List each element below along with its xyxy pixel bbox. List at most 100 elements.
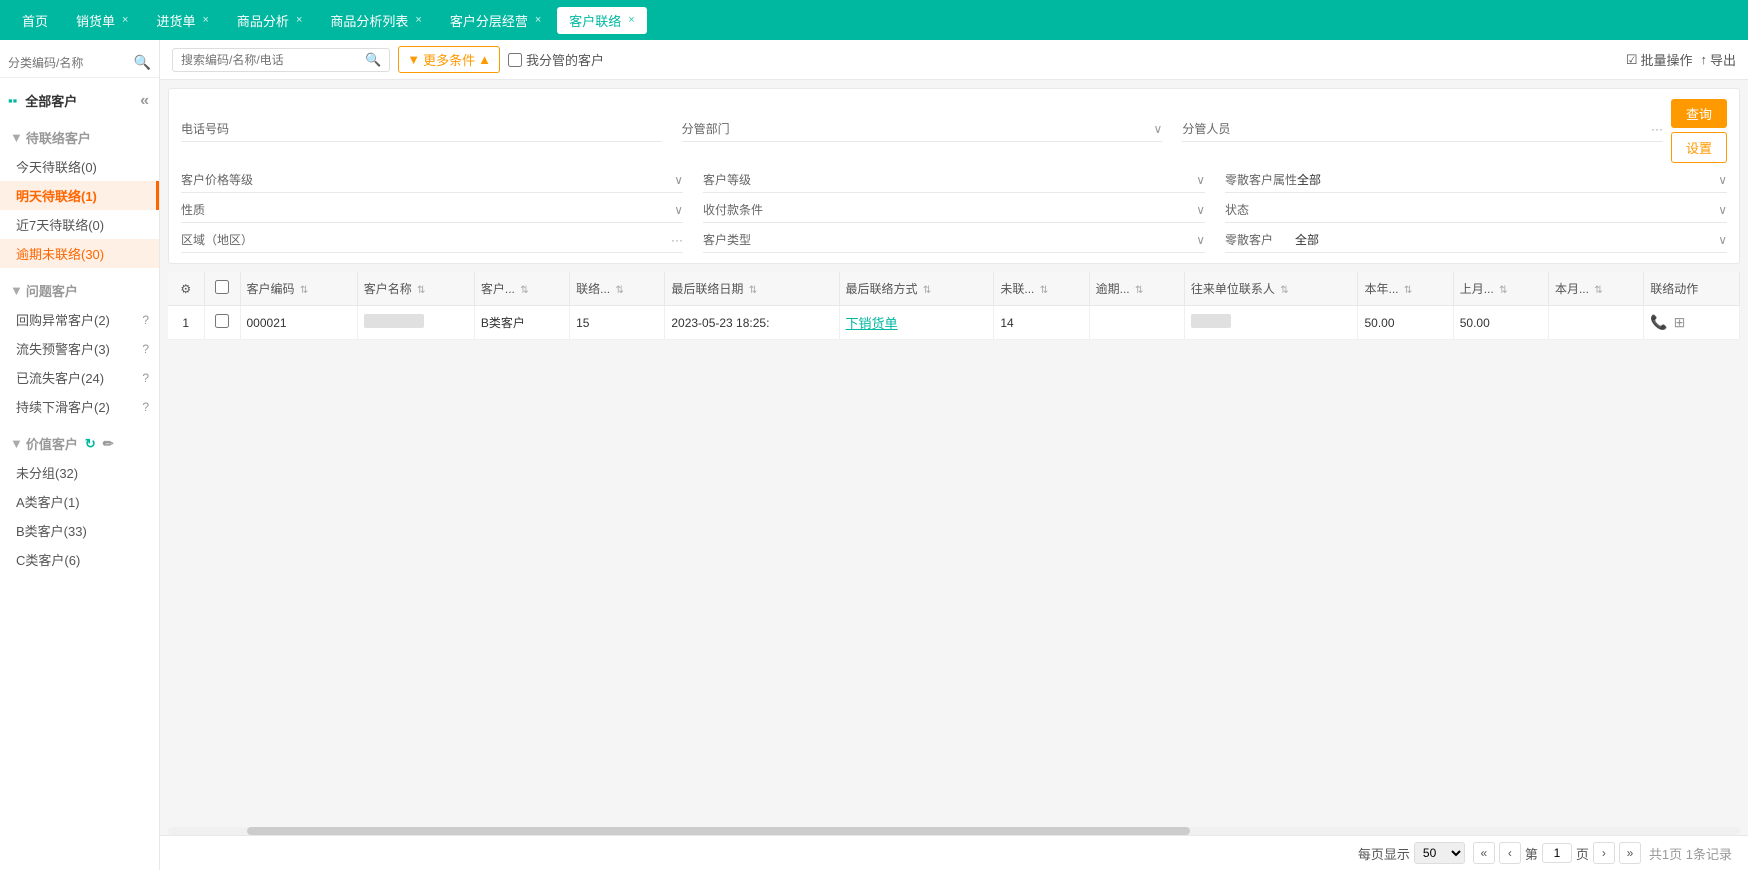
th-contact-person[interactable]: 往来单位联系人 ⇅	[1184, 272, 1358, 306]
search-icon[interactable]: 🔍	[365, 52, 381, 68]
nav-close-customer-tiered[interactable]: ×	[535, 14, 541, 26]
sidebar-pending-header[interactable]: ▼ 待联络客户	[0, 123, 159, 152]
filter-retail-select[interactable]: 全部 ∨	[1295, 231, 1727, 248]
sidebar-item-today[interactable]: 今天待联络(0)	[0, 152, 159, 181]
th-uncontact[interactable]: 未联... ⇅	[994, 272, 1089, 306]
nav-close-product-analysis[interactable]: ×	[296, 14, 302, 26]
filter-customer-type: 客户类型 ∨	[703, 231, 1205, 253]
sidebar-value-header[interactable]: ▼ 价值客户 ↻ ✏	[0, 429, 159, 458]
sidebar-item-class-c[interactable]: C类客户(6)	[0, 545, 159, 574]
filter-nature-select[interactable]: ∨	[251, 203, 683, 217]
sidebar-search-input[interactable]	[8, 56, 134, 70]
filter-phone-input[interactable]	[251, 122, 662, 136]
sidebar-item-class-a[interactable]: A类客户(1)	[0, 487, 159, 516]
sidebar-all-customers-header[interactable]: ▪▪ 全部客户 «	[0, 86, 159, 115]
sidebar-item-tomorrow[interactable]: 明天待联络(1)	[0, 181, 159, 210]
nav-close-customer-contact[interactable]: ×	[628, 14, 634, 26]
th-last-contact-method[interactable]: 最后联络方式 ⇅	[839, 272, 994, 306]
sidebar-item-churn-warn[interactable]: 流失预警客户(3) ?	[0, 334, 159, 363]
page-label: 第	[1525, 844, 1538, 863]
next-page-button[interactable]: ›	[1593, 842, 1615, 864]
sidebar-item-declining[interactable]: 持续下滑客户(2) ?	[0, 392, 159, 421]
nav-customer-contact[interactable]: 客户联络 ×	[557, 7, 646, 34]
th-code[interactable]: 客户编码 ⇅	[240, 272, 357, 306]
row-checkbox[interactable]	[215, 314, 229, 328]
cell-last-contact-date: 2023-05-23 18:25:	[665, 306, 839, 340]
th-this-month[interactable]: 本月... ⇅	[1548, 272, 1643, 306]
filter-person-select[interactable]: ···	[1252, 122, 1663, 136]
ellipsis-icon-2[interactable]: ···	[671, 233, 683, 247]
toolbar: 🔍 ▼ 更多条件 ▲ 我分管的客户 ☑ 批量操作 ↑ 导出	[160, 40, 1748, 80]
prev-page-button[interactable]: ‹	[1499, 842, 1521, 864]
filter-price-level-select[interactable]: ∨	[253, 173, 683, 187]
select-all-checkbox[interactable]	[215, 280, 229, 294]
nav-product-analysis[interactable]: 商品分析 ×	[225, 7, 314, 34]
edit-icon[interactable]: ✏	[103, 436, 114, 452]
sidebar-item-overdue[interactable]: 逾期未联络(30)	[0, 239, 159, 268]
filter-customer-level-label: 客户等级	[703, 171, 773, 188]
th-last-month[interactable]: 上月... ⇅	[1453, 272, 1548, 306]
sidebar-problem-header[interactable]: ▼ 问题客户	[0, 276, 159, 305]
nav-close-product-analysis-list[interactable]: ×	[415, 14, 421, 26]
page-size-select[interactable]: 50 100 200	[1414, 842, 1465, 864]
filter-payment-select[interactable]: ∨	[773, 203, 1205, 217]
first-page-button[interactable]: «	[1473, 842, 1495, 864]
search-input[interactable]	[181, 53, 361, 67]
last-page-button[interactable]: »	[1619, 842, 1641, 864]
phone-action-icon[interactable]: 📞	[1650, 314, 1667, 331]
sidebar-collapse-btn[interactable]: «	[140, 92, 149, 110]
nav-purchase-order[interactable]: 进货单 ×	[144, 7, 220, 34]
refresh-icon[interactable]: ↻	[85, 436, 96, 452]
filter-retail-attr-select[interactable]: 全部 ∨	[1297, 171, 1727, 188]
sidebar-item-ungrouped[interactable]: 未分组(32)	[0, 458, 159, 487]
export-button[interactable]: ↑ 导出	[1700, 50, 1736, 69]
th-contact-count[interactable]: 联络... ⇅	[570, 272, 665, 306]
set-button[interactable]: 设置	[1671, 132, 1727, 163]
nav-close-purchase-order[interactable]: ×	[202, 14, 208, 26]
filter-dept-select[interactable]: ∨	[752, 122, 1163, 136]
sidebar-item-churned[interactable]: 已流失客户(24) ?	[0, 363, 159, 392]
sidebar-search-icon[interactable]: 🔍	[134, 54, 151, 71]
filter-retail-attr-label: 零散客户属性	[1225, 171, 1297, 188]
filter-panel: 电话号码 分管部门 ∨ 分管人员 ···	[168, 88, 1740, 264]
cell-uncontact: 14	[994, 306, 1089, 340]
nav-close-sales-order[interactable]: ×	[122, 14, 128, 26]
page-number-input[interactable]	[1542, 843, 1572, 863]
horizontal-scrollbar[interactable]	[168, 827, 1740, 835]
nav-product-analysis-list[interactable]: 商品分析列表 ×	[318, 7, 433, 34]
cell-last-contact-method[interactable]: 下销货单	[839, 306, 994, 340]
nav-sales-order[interactable]: 销货单 ×	[64, 7, 140, 34]
my-customer-checkbox[interactable]: 我分管的客户	[508, 50, 604, 69]
sidebar-item-abnormal[interactable]: 回购异常客户(2) ?	[0, 305, 159, 334]
sidebar-item-class-b[interactable]: B类客户(33)	[0, 516, 159, 545]
th-checkbox[interactable]	[204, 272, 240, 306]
nav-home[interactable]: 首页	[10, 7, 60, 34]
filter-payment-label: 收付款条件	[703, 201, 773, 218]
th-this-year[interactable]: 本年... ⇅	[1358, 272, 1453, 306]
sidebar-search-area: 🔍	[0, 48, 159, 78]
grid-action-icon[interactable]: ⊞	[1674, 314, 1686, 331]
cell-customer-type: B类客户	[474, 306, 569, 340]
th-customer-type[interactable]: 客户... ⇅	[474, 272, 569, 306]
nav-customer-tiered[interactable]: 客户分层经营 ×	[438, 7, 553, 34]
filter-status-label: 状态	[1225, 201, 1295, 218]
my-customer-check[interactable]	[508, 53, 522, 67]
more-filter-button[interactable]: ▼ 更多条件 ▲	[398, 46, 500, 73]
ellipsis-icon[interactable]: ···	[1651, 122, 1663, 136]
th-last-contact-date[interactable]: 最后联络日期 ⇅	[665, 272, 839, 306]
query-button[interactable]: 查询	[1671, 99, 1727, 128]
help-icon-churned: ?	[142, 371, 149, 385]
table-row: 1 000021 B类客户 15 2023-05-23 18:25: 下销货单 …	[168, 306, 1740, 340]
th-name[interactable]: 客户名称 ⇅	[357, 272, 474, 306]
sidebar-item-week[interactable]: 近7天待联络(0)	[0, 210, 159, 239]
top-navigation: 首页 销货单 × 进货单 × 商品分析 × 商品分析列表 × 客户分层经营 × …	[0, 0, 1748, 40]
cell-checkbox[interactable]	[204, 306, 240, 340]
scrollbar-thumb[interactable]	[247, 827, 1190, 835]
th-overdue[interactable]: 逾期... ⇅	[1089, 272, 1184, 306]
filter-region-select[interactable]: ···	[253, 233, 683, 247]
filter-status-select[interactable]: ∨	[1295, 203, 1727, 217]
batch-operation-button[interactable]: ☑ 批量操作	[1626, 50, 1693, 69]
th-settings[interactable]: ⚙	[168, 272, 204, 306]
filter-customer-type-select[interactable]: ∨	[773, 233, 1205, 247]
filter-customer-level-select[interactable]: ∨	[773, 173, 1205, 187]
